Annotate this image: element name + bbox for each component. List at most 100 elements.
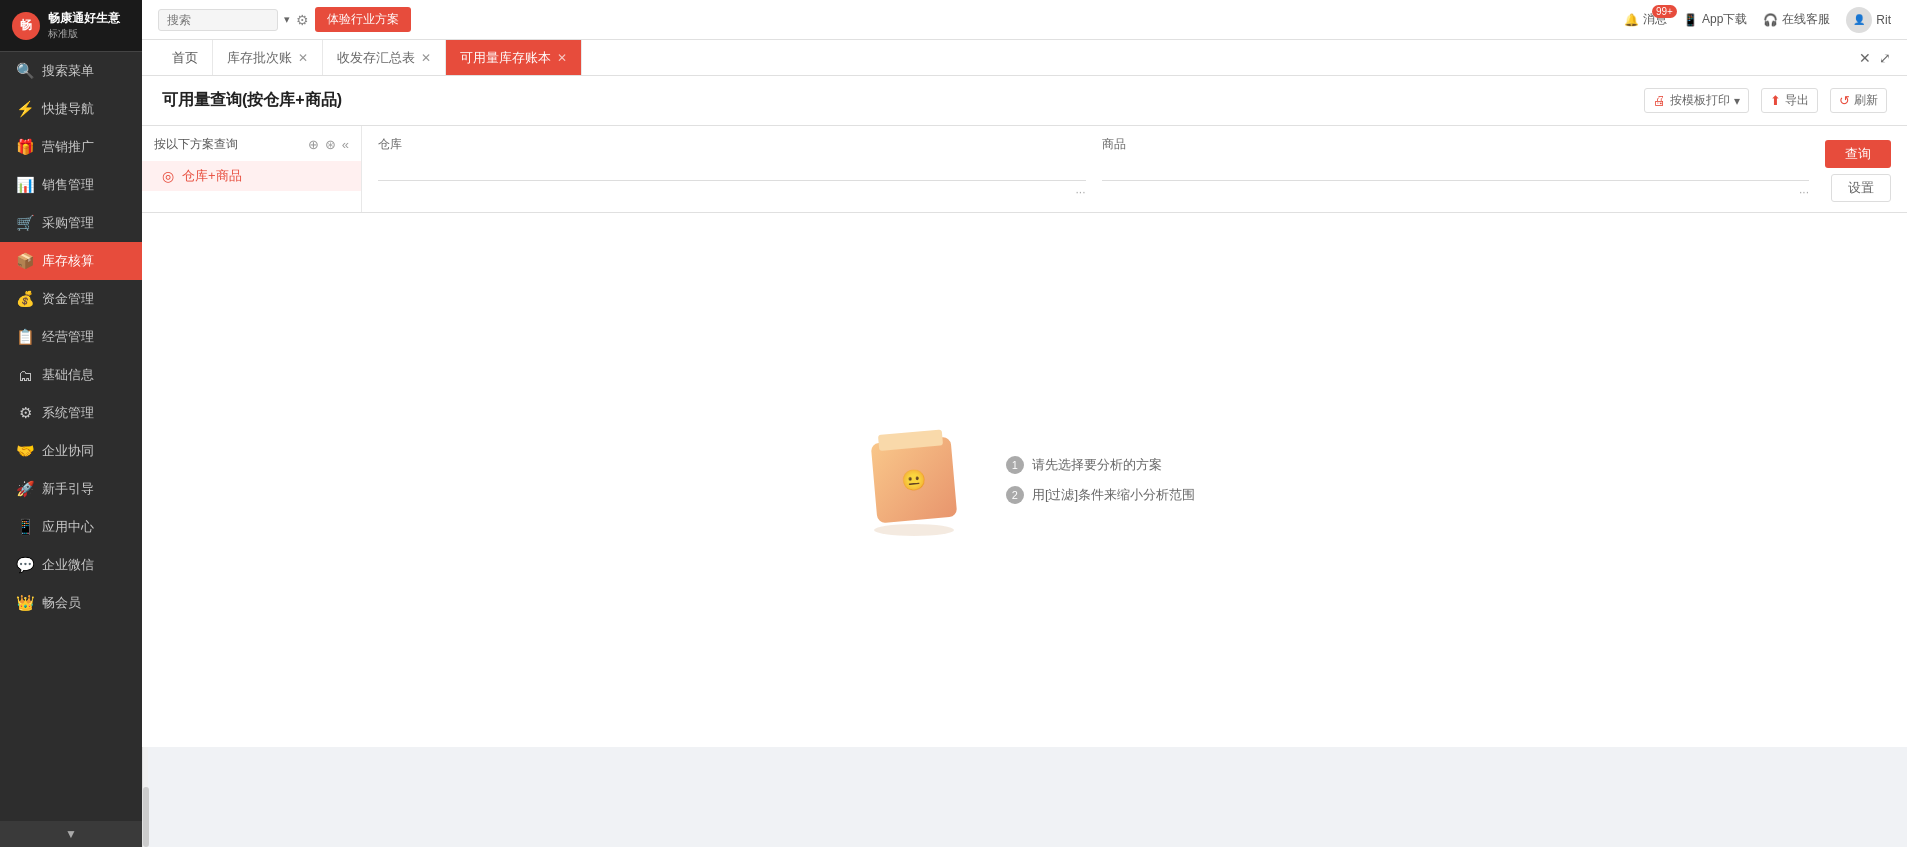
- tab-receipt-summary-label: 收发存汇总表: [337, 49, 415, 67]
- message-badge: 99+: [1652, 5, 1677, 18]
- sidebar-item-label: 企业协同: [42, 442, 94, 460]
- scheme-item-warehouse-product[interactable]: ◎ 仓库+商品: [142, 161, 361, 191]
- gift-icon: 🎁: [16, 138, 34, 156]
- close-all-tabs-button[interactable]: ✕: [1859, 50, 1871, 66]
- sidebar-item-enterprise[interactable]: 🤝 企业协同: [0, 432, 142, 470]
- sidebar-item-label: 资金管理: [42, 290, 94, 308]
- warehouse-input[interactable]: [378, 157, 1086, 181]
- product-more-button[interactable]: ···: [1799, 185, 1809, 199]
- sidebar-item-label: 快捷导航: [42, 100, 94, 118]
- top-bar-left: ▾ ⚙ 体验行业方案: [158, 7, 1616, 32]
- refresh-button[interactable]: ↺ 刷新: [1830, 88, 1887, 113]
- hint-item-1: 1 请先选择要分析的方案: [1006, 456, 1195, 474]
- sidebar-item-label: 库存核算: [42, 252, 94, 270]
- sidebar-item-app[interactable]: 📱 应用中心: [0, 508, 142, 546]
- box-icon: 📦: [16, 252, 34, 270]
- edit-scheme-button[interactable]: ⊛: [325, 137, 336, 152]
- refresh-icon: ↺: [1839, 93, 1850, 108]
- top-bar-right: 🔔 消息 99+ 📱 App下载 🎧 在线客服 👤 Rit: [1624, 7, 1891, 33]
- query-button[interactable]: 查询: [1825, 140, 1891, 168]
- print-label: 按模板打印: [1670, 92, 1730, 109]
- search-input[interactable]: [158, 9, 278, 31]
- sidebar-item-purchase[interactable]: 🛒 采购管理: [0, 204, 142, 242]
- scheme-toolbar: ⊕ ⊛ «: [308, 137, 349, 152]
- app-download-label: App下载: [1702, 11, 1747, 28]
- crown-icon: 👑: [16, 594, 34, 612]
- export-label: 导出: [1785, 92, 1809, 109]
- gear-icon: ⚙: [16, 404, 34, 422]
- message-button[interactable]: 🔔 消息 99+: [1624, 11, 1667, 28]
- sidebar-item-operation[interactable]: 📋 经营管理: [0, 318, 142, 356]
- username-label: Rit: [1876, 13, 1891, 27]
- rocket-icon: 🚀: [16, 480, 34, 498]
- scrollbar-thumb[interactable]: [143, 787, 149, 847]
- settings-button[interactable]: 设置: [1831, 174, 1891, 202]
- avatar: 👤: [1846, 7, 1872, 33]
- dropdown-icon[interactable]: ▾: [284, 13, 290, 26]
- warehouse-field: 仓库 ···: [378, 136, 1086, 199]
- query-fields-panel: 仓库 ··· 商品 ··· 查询 设置: [362, 126, 1907, 212]
- hint-num-1: 1: [1006, 456, 1024, 474]
- chat-icon: 💬: [16, 556, 34, 574]
- printer-icon: 🖨: [1653, 93, 1666, 108]
- product-field: 商品 ···: [1102, 136, 1810, 199]
- user-profile[interactable]: 👤 Rit: [1846, 7, 1891, 33]
- tab-batch-account[interactable]: 库存批次账 ✕: [213, 40, 323, 75]
- collapse-scheme-button[interactable]: «: [342, 137, 349, 152]
- sidebar: 畅 畅康通好生意 标准版 🔍 搜索菜单 ⚡ 快捷导航 🎁 营销推广 📊 销售管理…: [0, 0, 142, 847]
- tab-receipt-summary-close[interactable]: ✕: [421, 51, 431, 65]
- sidebar-item-wechat[interactable]: 💬 企业微信: [0, 546, 142, 584]
- sidebar-item-marketing[interactable]: 🎁 营销推广: [0, 128, 142, 166]
- sidebar-nav: 🔍 搜索菜单 ⚡ 快捷导航 🎁 营销推广 📊 销售管理 🛒 采购管理 📦 库存核…: [0, 52, 142, 821]
- sidebar-item-label: 系统管理: [42, 404, 94, 422]
- sidebar-item-search[interactable]: 🔍 搜索菜单: [0, 52, 142, 90]
- tab-receipt-summary[interactable]: 收发存汇总表 ✕: [323, 40, 446, 75]
- phone-icon: 📱: [1683, 13, 1698, 27]
- app-download-button[interactable]: 📱 App下载: [1683, 11, 1747, 28]
- company-badge: 标准版: [48, 27, 120, 41]
- empty-hints: 1 请先选择要分析的方案 2 用[过滤]条件来缩小分析范围: [1006, 456, 1195, 504]
- print-button[interactable]: 🖨 按模板打印 ▾: [1644, 88, 1749, 113]
- empty-box-graphic: 😐: [871, 437, 958, 524]
- expand-tabs-button[interactable]: ⤢: [1879, 50, 1891, 66]
- sidebar-item-label: 采购管理: [42, 214, 94, 232]
- warehouse-more-button[interactable]: ···: [1075, 185, 1085, 199]
- tab-batch-account-close[interactable]: ✕: [298, 51, 308, 65]
- tab-available-qty[interactable]: 可用量库存账本 ✕: [446, 40, 582, 75]
- product-input[interactable]: [1102, 157, 1810, 181]
- sidebar-item-sales[interactable]: 📊 销售管理: [0, 166, 142, 204]
- sidebar-scroll-down[interactable]: ▼: [0, 821, 142, 847]
- add-scheme-button[interactable]: ⊕: [308, 137, 319, 152]
- sidebar-item-shortcut[interactable]: ⚡ 快捷导航: [0, 90, 142, 128]
- company-name: 畅康通好生意: [48, 10, 120, 27]
- sidebar-item-newbie[interactable]: 🚀 新手引导: [0, 470, 142, 508]
- hint-text-1: 请先选择要分析的方案: [1032, 456, 1162, 474]
- sidebar-item-basic[interactable]: 🗂 基础信息: [0, 356, 142, 394]
- bell-icon: 🔔: [1624, 13, 1639, 27]
- empty-state: 😐 1 请先选择要分析的方案 2 用[过滤]条件来缩小分析范围: [142, 213, 1907, 747]
- query-button-group: 查询 设置: [1825, 136, 1891, 202]
- folder-icon: 🗂: [16, 367, 34, 384]
- trial-button[interactable]: 体验行业方案: [315, 7, 411, 32]
- cart-icon: 🛒: [16, 214, 34, 232]
- sidebar-item-label: 营销推广: [42, 138, 94, 156]
- tab-available-qty-close[interactable]: ✕: [557, 51, 567, 65]
- sidebar-item-finance[interactable]: 💰 资金管理: [0, 280, 142, 318]
- empty-illustration: 😐: [854, 420, 974, 540]
- online-service-button[interactable]: 🎧 在线客服: [1763, 11, 1830, 28]
- export-button[interactable]: ⬆ 导出: [1761, 88, 1818, 113]
- sidebar-item-member[interactable]: 👑 畅会员: [0, 584, 142, 622]
- sidebar-item-label: 销售管理: [42, 176, 94, 194]
- sidebar-logo: 畅: [12, 12, 40, 40]
- tab-batch-account-label: 库存批次账: [227, 49, 292, 67]
- print-dropdown-icon[interactable]: ▾: [1734, 94, 1740, 108]
- sidebar-header: 畅 畅康通好生意 标准版: [0, 0, 142, 52]
- content-area: 可用量查询(按仓库+商品) 🖨 按模板打印 ▾ ⬆ 导出 ↺ 刷新: [142, 76, 1907, 747]
- sidebar-item-label: 新手引导: [42, 480, 94, 498]
- settings-icon[interactable]: ⚙: [296, 12, 309, 28]
- sidebar-item-label: 经营管理: [42, 328, 94, 346]
- tab-home[interactable]: 首页: [158, 40, 213, 75]
- sidebar-item-inventory[interactable]: 📦 库存核算: [0, 242, 142, 280]
- handshake-icon: 🤝: [16, 442, 34, 460]
- sidebar-item-system[interactable]: ⚙ 系统管理: [0, 394, 142, 432]
